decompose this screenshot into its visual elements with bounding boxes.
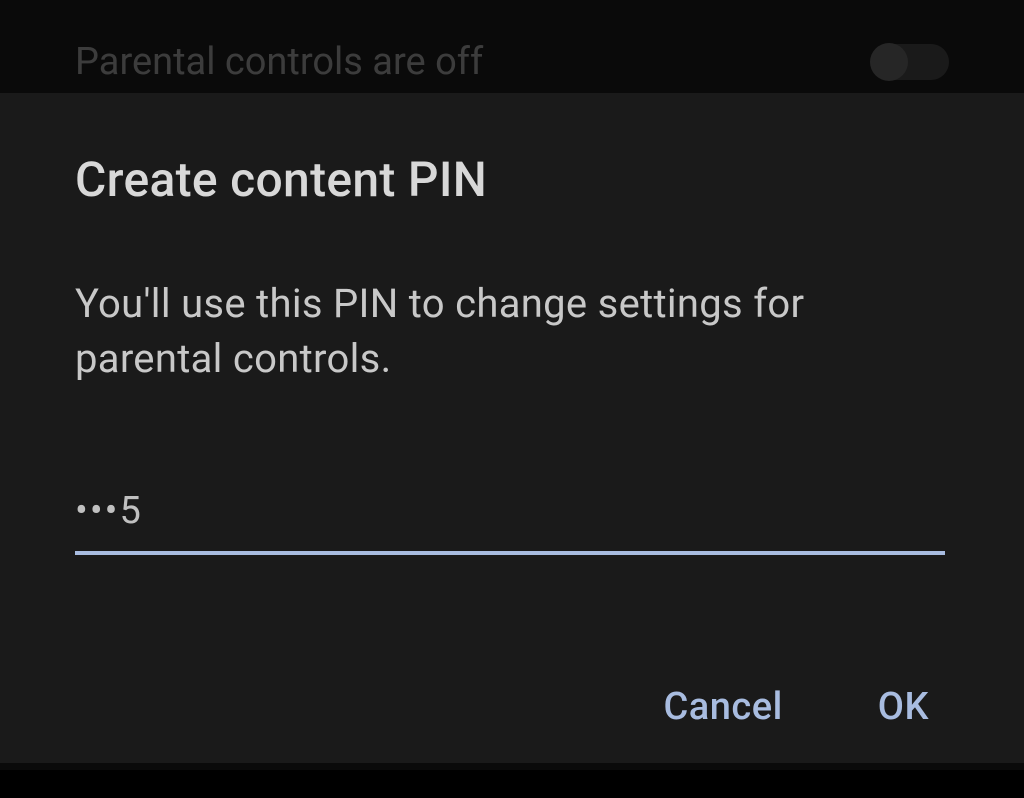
toggle-thumb [870,43,908,81]
parental-controls-setting-row: Parental controls are off [0,40,1024,84]
parental-controls-toggle[interactable] [871,44,949,80]
create-pin-dialog: Create content PIN You'll use this PIN t… [0,93,1024,763]
dialog-actions: Cancel OK [75,685,949,729]
bottom-bar [0,770,1024,798]
dialog-description: You'll use this PIN to change settings f… [75,276,949,386]
pin-input-container [75,481,945,555]
dialog-title: Create content PIN [75,151,949,208]
parental-controls-label: Parental controls are off [75,40,483,84]
pin-input[interactable] [75,481,945,555]
ok-button[interactable]: OK [878,685,929,729]
cancel-button[interactable]: Cancel [663,685,782,729]
